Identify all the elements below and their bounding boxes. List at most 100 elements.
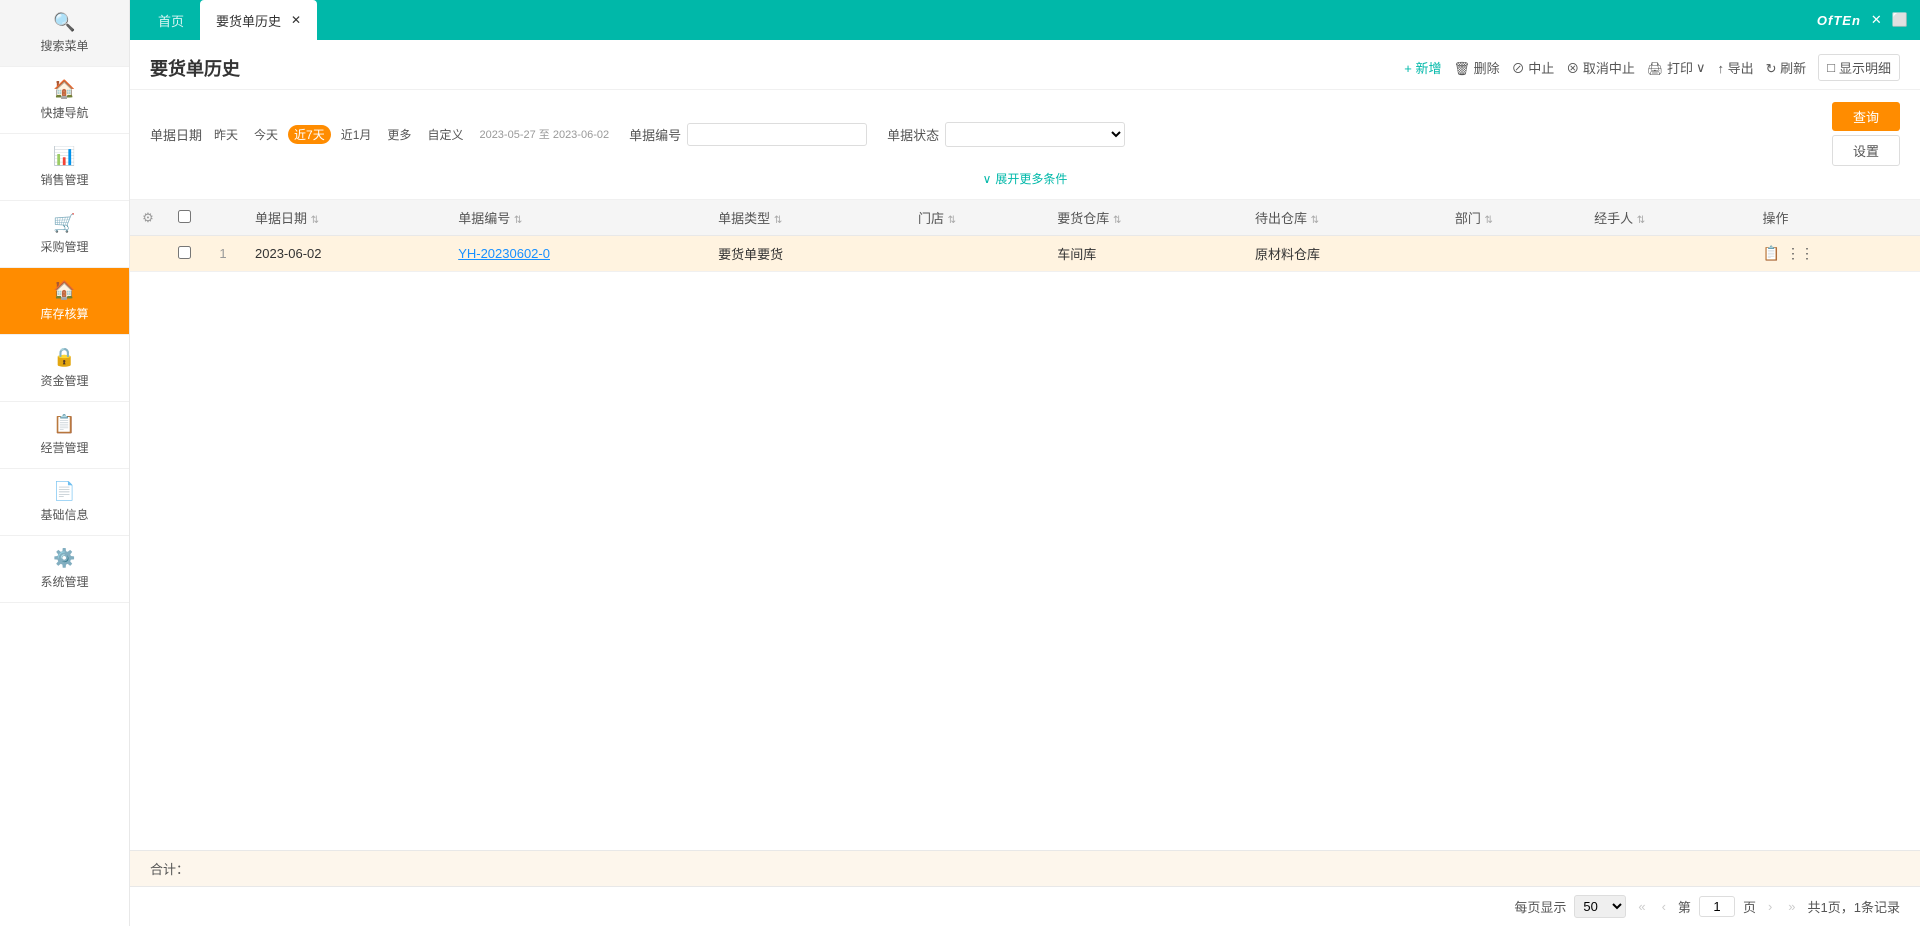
sidebar-item-basic-info[interactable]: 📄 基础信息 <box>0 469 129 536</box>
page-number-input[interactable] <box>1699 896 1735 917</box>
sidebar-item-purchase-mgmt[interactable]: 🛒 采购管理 <box>0 201 129 268</box>
sort-pending-warehouse-icon: ⇅ <box>1311 215 1319 226</box>
row-req-warehouse-cell: 车间库 <box>1045 236 1243 272</box>
date-pill-yesterday[interactable]: 昨天 <box>208 125 244 144</box>
row-checkbox[interactable] <box>178 246 191 259</box>
topbar-right: OfTEn ✕ ⬜ <box>1817 12 1908 28</box>
tab-order-history[interactable]: 要货单历史 ✕ <box>200 0 317 40</box>
page-header: 要货单历史 + 新增 🗑 删除 ⊘ 中止 ⊗ 取消中止 🖨 打印 ∨ <box>130 40 1920 90</box>
topbar: 首页 要货单历史 ✕ OfTEn ✕ ⬜ <box>130 0 1920 40</box>
table-col-handler[interactable]: 经手人 ⇅ <box>1582 200 1750 236</box>
table-col-doc-date-label: 单据日期 <box>255 211 307 226</box>
main-table: ⚙ 单据日期 ⇅ 单据编号 ⇅ <box>130 200 1920 272</box>
date-range-text: 2023-05-27 至 2023-06-02 <box>479 126 609 142</box>
table-col-pending-warehouse-label: 待出仓库 <box>1255 211 1307 226</box>
doc-status-select[interactable] <box>945 122 1125 147</box>
table-col-num <box>203 200 243 236</box>
sort-doc-number-icon: ⇅ <box>514 215 522 226</box>
settings-button[interactable]: 设置 <box>1832 135 1900 166</box>
export-button[interactable]: ↑ 导出 <box>1717 58 1753 77</box>
table-col-pending-warehouse[interactable]: 待出仓库 ⇅ <box>1243 200 1443 236</box>
table-col-department[interactable]: 部门 ⇅ <box>1443 200 1582 236</box>
tab-close-icon[interactable]: ✕ <box>291 13 301 27</box>
table-col-action-label: 操作 <box>1763 211 1789 226</box>
sidebar-item-purchase-mgmt-label: 采购管理 <box>40 238 88 255</box>
doc-status-label: 单据状态 <box>887 125 939 144</box>
print-button-label: 🖨 打印 <box>1647 58 1693 77</box>
sidebar-item-system-mgmt-label: 系统管理 <box>40 573 88 590</box>
table-col-action: 操作 <box>1751 200 1920 236</box>
sidebar-item-finance-mgmt[interactable]: 🔒 资金管理 <box>0 335 129 402</box>
topbar-brand: OfTEn <box>1817 13 1861 28</box>
doc-number-input[interactable] <box>687 123 867 146</box>
table-col-store[interactable]: 门店 ⇅ <box>906 200 1045 236</box>
tab-home[interactable]: 首页 <box>142 0 200 40</box>
delete-button-label: 🗑 删除 <box>1453 58 1499 77</box>
table-col-settings[interactable]: ⚙ <box>130 200 166 236</box>
sidebar-item-operations-mgmt[interactable]: 📋 经营管理 <box>0 402 129 469</box>
select-all-checkbox[interactable] <box>178 210 191 223</box>
date-pill-today[interactable]: 今天 <box>248 125 284 144</box>
row-store-cell <box>906 236 1045 272</box>
date-pill-last1month[interactable]: 近1月 <box>335 125 378 144</box>
sidebar-item-system-mgmt[interactable]: ⚙️ 系统管理 <box>0 536 129 603</box>
row-action-cell: 📋 ⋮⋮ <box>1751 236 1920 272</box>
sort-handler-icon: ⇅ <box>1637 215 1645 226</box>
per-page-select[interactable]: 50 20 100 <box>1574 895 1626 918</box>
row-view-icon[interactable]: 📋 <box>1763 245 1780 262</box>
basic-info-icon: 📄 <box>53 481 75 502</box>
tab-home-label: 首页 <box>158 11 184 30</box>
query-button[interactable]: 查询 <box>1832 102 1900 131</box>
row-checkbox-cell <box>166 236 203 272</box>
new-button[interactable]: + 新增 <box>1404 58 1441 77</box>
display-detail-toggle[interactable]: □ 显示明细 <box>1818 54 1900 81</box>
first-page-btn[interactable]: « <box>1634 897 1649 916</box>
table-col-doc-date[interactable]: 单据日期 ⇅ <box>243 200 446 236</box>
sidebar-item-quick-nav[interactable]: 🏠 快捷导航 <box>0 67 129 134</box>
filter-group-doc-number: 单据编号 <box>629 123 867 146</box>
table-col-doc-number-label: 单据编号 <box>458 211 510 226</box>
cancel-stop-button-label: ⊗ 取消中止 <box>1566 58 1635 77</box>
row-doc-number-link[interactable]: YH-20230602-0 <box>458 246 550 261</box>
refresh-button[interactable]: ↻ 刷新 <box>1766 58 1807 77</box>
row-doc-type-cell: 要货单要货 <box>706 236 906 272</box>
delete-button[interactable]: 🗑 删除 <box>1453 58 1499 77</box>
window-close-icon[interactable]: ✕ <box>1871 12 1882 28</box>
sidebar-item-sales-mgmt[interactable]: 📊 销售管理 <box>0 134 129 201</box>
next-page-btn[interactable]: › <box>1764 897 1776 916</box>
footer-label: 合计： <box>150 862 189 877</box>
date-pill-last7days[interactable]: 近7天 <box>288 125 331 144</box>
row-settings-cell <box>130 236 166 272</box>
window-maximize-icon[interactable]: ⬜ <box>1892 12 1908 28</box>
table-col-doc-number[interactable]: 单据编号 ⇅ <box>446 200 706 236</box>
table-col-store-label: 门店 <box>918 211 944 226</box>
doc-date-label: 单据日期 <box>150 125 202 144</box>
prev-page-btn[interactable]: ‹ <box>1658 897 1670 916</box>
date-pill-custom[interactable]: 自定义 <box>421 125 469 144</box>
print-button[interactable]: 🖨 打印 ∨ <box>1647 58 1706 77</box>
sidebar-item-operations-mgmt-label: 经营管理 <box>40 439 88 456</box>
tab-order-history-label: 要货单历史 <box>216 11 281 30</box>
sidebar-item-inventory-calc[interactable]: 🏠 库存核算 <box>0 268 129 335</box>
last-page-btn[interactable]: » <box>1784 897 1799 916</box>
sidebar-item-search-menu[interactable]: 🔍 搜索菜单 <box>0 0 129 67</box>
table-col-req-warehouse[interactable]: 要货仓库 ⇅ <box>1045 200 1243 236</box>
stop-button[interactable]: ⊘ 中止 <box>1512 58 1555 77</box>
search-menu-icon: 🔍 <box>53 12 75 33</box>
row-action-icons: 📋 ⋮⋮ <box>1763 245 1908 262</box>
filter-group-doc-status: 单据状态 <box>887 122 1125 147</box>
table-col-doc-type[interactable]: 单据类型 ⇅ <box>706 200 906 236</box>
table-col-checkbox <box>166 200 203 236</box>
row-more-icon[interactable]: ⋮⋮ <box>1786 245 1814 262</box>
table-footer: 合计： <box>130 850 1920 886</box>
sidebar-item-basic-info-label: 基础信息 <box>40 506 88 523</box>
expand-more-btn[interactable]: ∨ 展开更多条件 <box>150 166 1900 191</box>
sales-mgmt-icon: 📊 <box>53 146 75 167</box>
table-col-department-label: 部门 <box>1455 211 1481 226</box>
date-pill-more[interactable]: 更多 <box>381 125 417 144</box>
sidebar-item-sales-mgmt-label: 销售管理 <box>40 171 88 188</box>
sort-department-icon: ⇅ <box>1484 215 1492 226</box>
pagination-summary: 共1页，1条记录 <box>1808 897 1900 916</box>
main-area: 首页 要货单历史 ✕ OfTEn ✕ ⬜ 要货单历史 + 新增 🗑 删除 <box>130 0 1920 926</box>
cancel-stop-button[interactable]: ⊗ 取消中止 <box>1566 58 1635 77</box>
